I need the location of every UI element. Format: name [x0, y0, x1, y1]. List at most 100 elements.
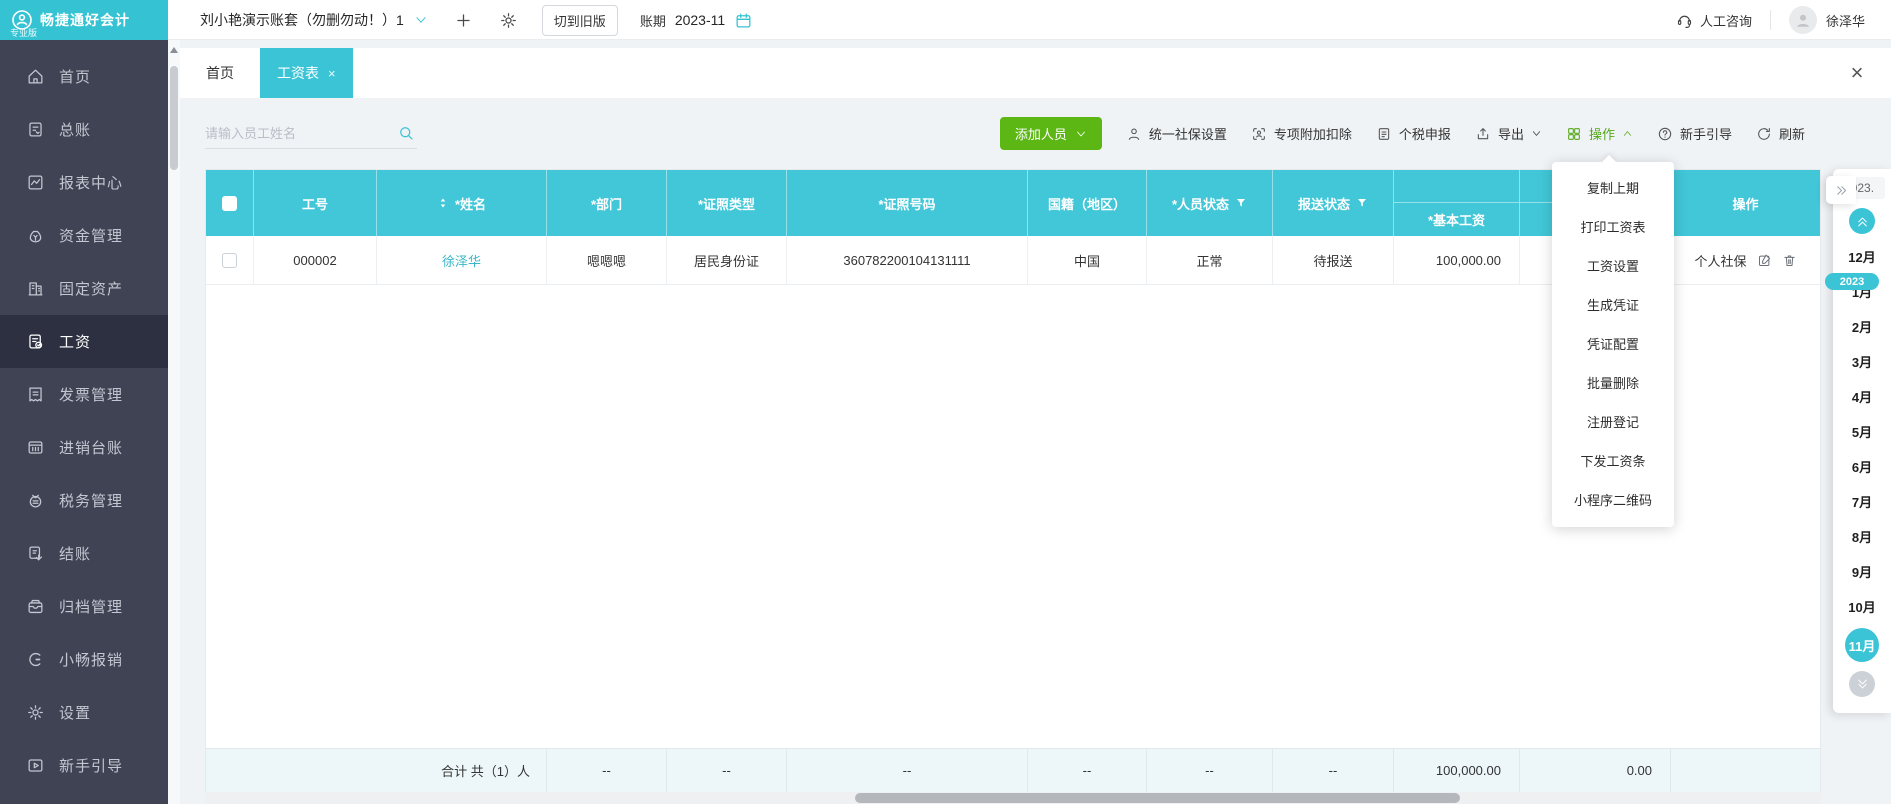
scroll-up-arrow-icon[interactable] [170, 47, 178, 53]
headset-icon [1677, 15, 1692, 28]
menu-item-batch-delete[interactable]: 批量删除 [1552, 364, 1674, 403]
filter-icon[interactable] [1356, 197, 1368, 209]
personal-social-security-link[interactable]: 个人社保 [1694, 251, 1746, 270]
months-page-down-button[interactable] [1849, 671, 1875, 697]
sidebar-item-closing[interactable]: 结账 [0, 527, 168, 580]
tab-close-icon[interactable]: × [328, 66, 336, 81]
add-employee-button[interactable]: 添加人员 [999, 117, 1102, 150]
gear-icon[interactable] [499, 11, 518, 30]
sidebar-item-fixed-assets[interactable]: 固定资产 [0, 262, 168, 315]
sidebar-item-salary[interactable]: 工资 [0, 315, 168, 368]
question-circle-icon [1658, 127, 1672, 140]
document-icon [1378, 127, 1390, 140]
month-item-may[interactable]: 5月 [1845, 418, 1879, 444]
month-item-nov-active[interactable]: 11月 [1845, 628, 1879, 662]
filter-icon[interactable] [1235, 197, 1247, 209]
cell-base-salary: 100,000.00 [1394, 236, 1520, 284]
month-item-feb[interactable]: 2月 [1845, 313, 1879, 339]
tax-filing-button[interactable]: 个税申报 [1376, 124, 1451, 143]
header-dept[interactable]: *部门 [547, 170, 667, 236]
footer-total: 合计 共（1）人 [206, 749, 547, 792]
user-icon [1796, 14, 1809, 27]
top-bar: 畅捷通好会计 专业版 刘小艳演示账套（勿删勿动！）1 切到旧版 账期 2023-… [0, 0, 1891, 40]
sidebar-scrollbar[interactable] [168, 40, 180, 804]
support-button[interactable]: 人工咨询 [1676, 11, 1752, 30]
header-name[interactable]: *姓名 [377, 170, 547, 236]
special-deduction-button[interactable]: 专项附加扣除 [1251, 124, 1352, 143]
period-label: 账期 [639, 13, 666, 29]
header-emp-no[interactable]: 工号 [254, 170, 377, 236]
menu-item-salary-settings[interactable]: 工资设置 [1552, 247, 1674, 286]
avatar[interactable] [1788, 6, 1817, 34]
search-input[interactable] [205, 125, 385, 141]
account-selector[interactable]: 刘小艳演示账套（勿删勿动！）1 [200, 10, 428, 30]
horizontal-scrollbar[interactable] [205, 792, 1821, 804]
tab-bar: 首页 工资表 × × [180, 48, 1891, 98]
chevron-down-icon [416, 17, 426, 23]
menu-item-generate-voucher[interactable]: 生成凭证 [1552, 286, 1674, 325]
sidebar-item-funds[interactable]: 资金管理 [0, 209, 168, 262]
header-base-salary[interactable]: *基本工资 [1394, 170, 1520, 236]
employee-name-link[interactable]: 徐泽华 [442, 251, 481, 270]
tab-home[interactable]: 首页 [180, 48, 260, 98]
header-id-type[interactable]: *证照类型 [667, 170, 787, 236]
app-window: 畅捷通好会计 专业版 刘小艳演示账套（勿删勿动！）1 切到旧版 账期 2023-… [0, 0, 1891, 804]
add-account-icon[interactable] [454, 11, 473, 30]
menu-item-send-payslip[interactable]: 下发工资条 [1552, 442, 1674, 481]
social-security-settings-button[interactable]: 统一社保设置 [1126, 124, 1227, 143]
month-item-jun[interactable]: 6月 [1845, 453, 1879, 479]
sidebar-item-tax[interactable]: 税务管理 [0, 474, 168, 527]
scrollbar-thumb[interactable] [170, 66, 178, 170]
month-item-jul[interactable]: 7月 [1845, 488, 1879, 514]
months-page-up-button[interactable] [1849, 208, 1875, 234]
footer-operation-empty [1671, 749, 1820, 792]
sidebar-item-archive[interactable]: 归档管理 [0, 580, 168, 633]
switch-old-version-button[interactable]: 切到旧版 [541, 4, 618, 36]
select-all-checkbox[interactable] [222, 195, 237, 211]
header-id-no[interactable]: *证照号码 [787, 170, 1028, 236]
tab-salary-sheet[interactable]: 工资表 × [260, 48, 353, 98]
menu-item-register[interactable]: 注册登记 [1552, 403, 1674, 442]
header-report-status[interactable]: 报送状态 [1273, 170, 1394, 236]
sidebar-item-settings[interactable]: 设置 [0, 686, 168, 739]
sort-icon[interactable] [437, 197, 449, 209]
refresh-button[interactable]: 刷新 [1756, 124, 1805, 143]
month-item-aug[interactable]: 8月 [1845, 523, 1879, 549]
month-item-apr[interactable]: 4月 [1845, 383, 1879, 409]
period-value[interactable]: 2023-11 [675, 12, 725, 28]
month-item-dec[interactable]: 12月 [1845, 243, 1879, 269]
month-item-sep[interactable]: 9月 [1845, 558, 1879, 584]
operate-menu-button[interactable]: 操作 [1566, 124, 1633, 143]
export-button[interactable]: 导出 [1475, 124, 1542, 143]
username[interactable]: 徐泽华 [1826, 11, 1865, 30]
sidebar-nav: 首页 总账 报表中心 资金管理 固定资产 工资 发票管理 进销台账 税务管理 结… [0, 40, 168, 804]
sidebar-item-report-center[interactable]: 报表中心 [0, 156, 168, 209]
search-icon[interactable] [397, 124, 415, 142]
month-item-mar[interactable]: 3月 [1845, 348, 1879, 374]
trash-icon[interactable] [1782, 253, 1797, 268]
cell-emp-no: 000002 [254, 236, 377, 284]
hscrollbar-thumb[interactable] [855, 793, 1460, 803]
calendar-icon[interactable] [734, 11, 753, 30]
sidebar-item-trade-ledger[interactable]: 进销台账 [0, 421, 168, 474]
edit-icon[interactable] [1757, 253, 1772, 268]
sidebar-item-general-ledger[interactable]: 总账 [0, 103, 168, 156]
collapse-panel-button[interactable] [1826, 176, 1856, 204]
beginner-guide-button[interactable]: 新手引导 [1657, 124, 1732, 143]
menu-item-voucher-config[interactable]: 凭证配置 [1552, 325, 1674, 364]
menu-item-miniapp-qrcode[interactable]: 小程序二维码 [1552, 481, 1674, 520]
cell-status: 正常 [1147, 236, 1273, 284]
menu-item-copy-last-period[interactable]: 复制上期 [1552, 169, 1674, 208]
menu-item-print-salary-sheet[interactable]: 打印工资表 [1552, 208, 1674, 247]
sidebar-item-reimburse[interactable]: 小畅报销 [0, 633, 168, 686]
export-icon [1477, 127, 1489, 139]
month-item-oct[interactable]: 10月 [1845, 593, 1879, 619]
sidebar-item-beginner-guide[interactable]: 新手引导 [0, 739, 168, 792]
row-checkbox[interactable] [222, 252, 237, 268]
tax-icon [26, 491, 45, 510]
sidebar-item-home[interactable]: 首页 [0, 50, 168, 103]
header-nationality[interactable]: 国籍（地区） [1028, 170, 1147, 236]
sidebar-item-invoices[interactable]: 发票管理 [0, 368, 168, 421]
close-workspace-button[interactable]: × [1836, 50, 1878, 96]
header-status[interactable]: *人员状态 [1147, 170, 1273, 236]
